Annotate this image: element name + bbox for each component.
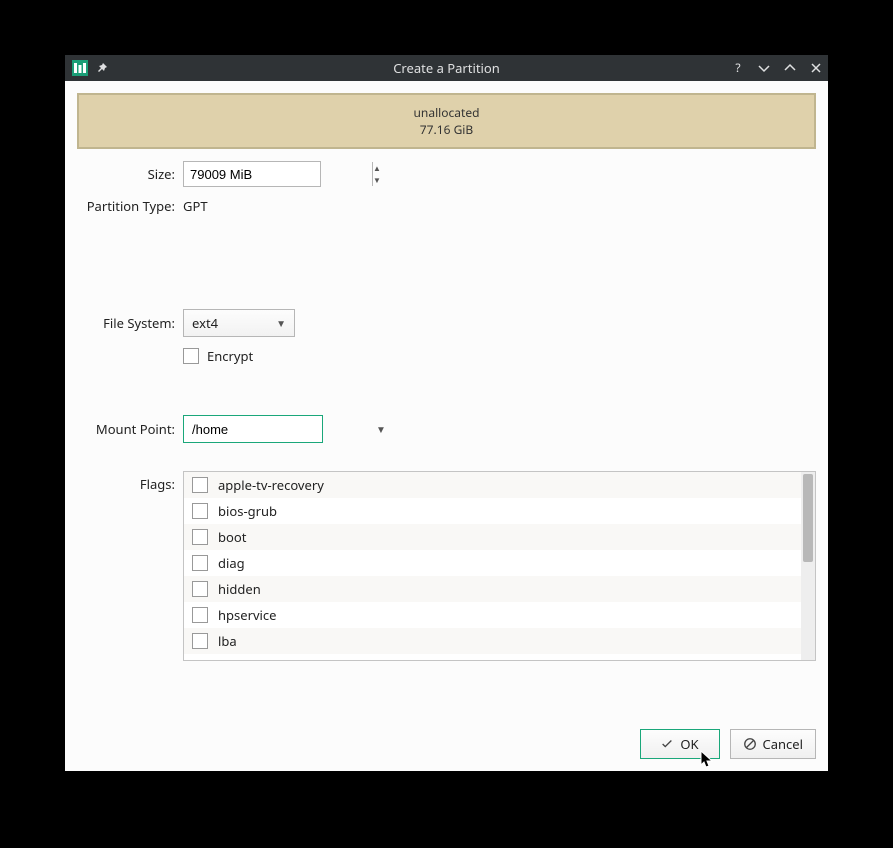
create-partition-dialog: Create a Partition ? unallocated 77.16 G… bbox=[65, 55, 828, 771]
partition-visual-bar: unallocated 77.16 GiB bbox=[77, 93, 816, 149]
chevron-down-icon: ▼ bbox=[276, 316, 286, 330]
form: Size: ▲ ▼ Partition Type: GPT File Syste… bbox=[77, 161, 816, 661]
flag-item[interactable]: hpservice bbox=[184, 602, 801, 628]
svg-text:?: ? bbox=[735, 60, 740, 76]
minimize-icon[interactable] bbox=[756, 60, 772, 76]
flags-label: Flags: bbox=[77, 471, 175, 493]
flag-item[interactable]: hidden bbox=[184, 576, 801, 602]
flag-checkbox[interactable] bbox=[192, 529, 208, 545]
partition-type-value: GPT bbox=[183, 193, 816, 219]
mountpoint-input[interactable] bbox=[184, 422, 376, 437]
flag-item[interactable]: lba bbox=[184, 628, 801, 654]
filesystem-select[interactable]: ext4 ▼ bbox=[183, 309, 295, 337]
mountpoint-label: Mount Point: bbox=[77, 420, 175, 438]
flag-item[interactable]: diag bbox=[184, 550, 801, 576]
partition-bar-label: unallocated bbox=[414, 104, 480, 121]
flag-label: hidden bbox=[218, 580, 261, 598]
encrypt-checkbox[interactable] bbox=[183, 348, 199, 364]
cancel-icon bbox=[743, 737, 757, 751]
check-icon bbox=[660, 737, 674, 751]
encrypt-label: Encrypt bbox=[207, 347, 253, 365]
dialog-content: unallocated 77.16 GiB Size: ▲ ▼ Partitio… bbox=[65, 81, 828, 771]
maximize-icon[interactable] bbox=[782, 60, 798, 76]
pin-icon[interactable] bbox=[91, 57, 113, 79]
cancel-button[interactable]: Cancel bbox=[730, 729, 816, 759]
spinner-up-icon[interactable]: ▲ bbox=[373, 162, 381, 174]
flag-label: boot bbox=[218, 528, 246, 546]
filesystem-label: File System: bbox=[77, 314, 175, 332]
button-row: OK Cancel bbox=[77, 717, 816, 759]
flag-item[interactable]: apple-tv-recovery bbox=[184, 472, 801, 498]
spinner-down-icon[interactable]: ▼ bbox=[373, 174, 381, 186]
size-spinner[interactable]: ▲ ▼ bbox=[183, 161, 321, 187]
flag-item[interactable]: boot bbox=[184, 524, 801, 550]
partition-bar-size: 77.16 GiB bbox=[420, 121, 473, 138]
size-input[interactable] bbox=[184, 167, 372, 182]
flag-checkbox[interactable] bbox=[192, 607, 208, 623]
help-icon[interactable]: ? bbox=[730, 60, 746, 76]
mountpoint-combobox[interactable]: ▼ bbox=[183, 415, 323, 443]
flag-label: apple-tv-recovery bbox=[218, 476, 324, 494]
partition-type-label: Partition Type: bbox=[77, 197, 175, 215]
flag-checkbox[interactable] bbox=[192, 633, 208, 649]
size-label: Size: bbox=[77, 165, 175, 183]
flag-label: diag bbox=[218, 554, 245, 572]
filesystem-value: ext4 bbox=[192, 314, 218, 332]
window-title: Create a Partition bbox=[65, 59, 828, 77]
flag-label: bios-grub bbox=[218, 502, 277, 520]
app-logo-icon bbox=[69, 57, 91, 79]
ok-button[interactable]: OK bbox=[640, 729, 720, 759]
titlebar: Create a Partition ? bbox=[65, 55, 828, 81]
cancel-button-label: Cancel bbox=[763, 735, 803, 753]
flag-checkbox[interactable] bbox=[192, 477, 208, 493]
flags-listbox: apple-tv-recovery bios-grub boot diag hidden… bbox=[183, 471, 816, 661]
flag-label: hpservice bbox=[218, 606, 277, 624]
flag-item[interactable]: bios-grub bbox=[184, 498, 801, 524]
flag-checkbox[interactable] bbox=[192, 555, 208, 571]
ok-button-label: OK bbox=[680, 735, 698, 753]
flag-label: lba bbox=[218, 632, 237, 650]
flags-scrollbar[interactable] bbox=[801, 472, 815, 660]
flag-checkbox[interactable] bbox=[192, 503, 208, 519]
flag-checkbox[interactable] bbox=[192, 581, 208, 597]
chevron-down-icon[interactable]: ▼ bbox=[376, 422, 386, 436]
close-icon[interactable] bbox=[808, 60, 824, 76]
scrollbar-thumb[interactable] bbox=[803, 474, 813, 562]
